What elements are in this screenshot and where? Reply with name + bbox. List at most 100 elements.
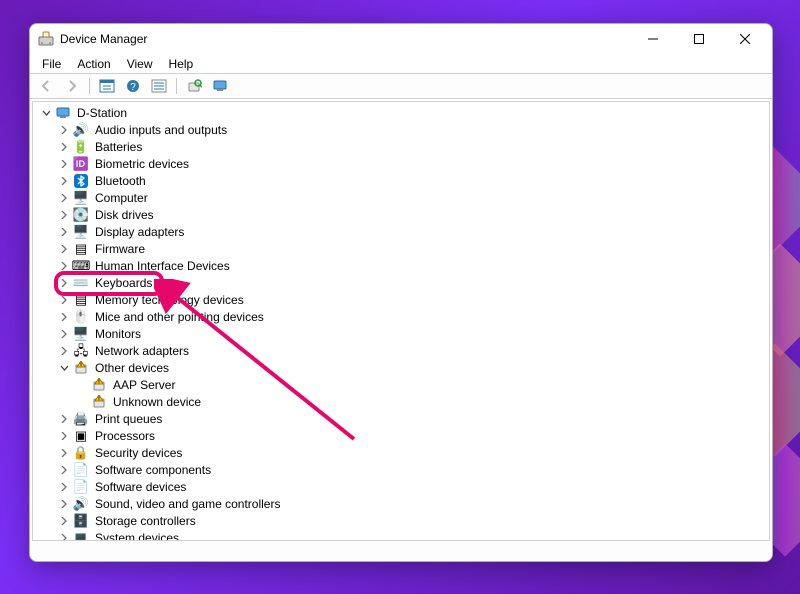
tree-category[interactable]: 🗄️ Storage controllers [57,512,769,529]
toolbar-help-button[interactable]: ? [121,75,145,97]
disk-icon: 💽 [73,207,89,223]
computer-icon: 🖥️ [73,190,89,206]
speaker-icon: 🔊 [73,122,89,138]
tree-root-label: D-Station [75,106,129,120]
tree-category-label: Human Interface Devices [93,259,232,273]
expand-icon[interactable] [57,531,71,541]
tree-device[interactable]: AAP Server [75,376,769,393]
warning-device-icon [91,394,107,410]
collapse-icon[interactable] [57,361,71,375]
expand-icon[interactable] [57,446,71,460]
tree-category[interactable]: Other devices [57,359,769,376]
expand-icon[interactable] [57,140,71,154]
fingerprint-icon: 🆔 [73,156,89,172]
menu-file[interactable]: File [34,56,69,72]
software-icon: 📄 [73,462,89,478]
tree-category[interactable]: 🖱️ Mice and other pointing devices [57,308,769,325]
cpu-icon: ▣ [73,428,89,444]
tree-category-label: Storage controllers [93,514,198,528]
network-icon: 🖧 [73,343,89,359]
toolbar-back-button[interactable] [34,75,58,97]
tree-category[interactable]: 🖥️ Monitors [57,325,769,342]
close-button[interactable] [722,24,768,54]
tree-category-label: Processors [93,429,157,443]
toolbar-show-hidden-button[interactable] [95,75,119,97]
expand-icon[interactable] [57,225,71,239]
toolbar-separator [89,78,90,94]
tree-device[interactable]: Unknown device [75,393,769,410]
hid-icon: ⌨ [73,258,89,274]
menu-view[interactable]: View [119,56,161,72]
root-icon [55,105,71,121]
expand-icon[interactable] [57,242,71,256]
expand-icon[interactable] [57,276,71,290]
expand-icon[interactable] [57,174,71,188]
monitor-icon: 🖥️ [73,326,89,342]
tree-category[interactable]: Bluetooth [57,172,769,189]
toolbar-add-legacy-button[interactable] [208,75,232,97]
expand-icon[interactable] [57,157,71,171]
tree-category[interactable]: 💻System devices [57,529,769,540]
expand-icon[interactable] [57,429,71,443]
mouse-icon: 🖱️ [73,309,89,325]
tree-panel: D-Station 🔊 Audio inputs and outputs 🔋 Batte… [32,101,770,541]
expand-icon[interactable] [57,293,71,307]
expand-icon[interactable] [57,123,71,137]
toolbar-forward-button[interactable] [60,75,84,97]
expand-icon[interactable] [57,259,71,273]
device-tree[interactable]: D-Station 🔊 Audio inputs and outputs 🔋 Batte… [33,102,769,540]
speaker-icon: 🔊 [73,496,89,512]
expand-icon[interactable] [57,412,71,426]
storage-icon: 🗄️ [73,513,89,529]
tree-category[interactable]: 🖧Network adapters [57,342,769,359]
titlebar[interactable]: Device Manager [30,24,772,54]
tree-category[interactable]: 🖨️Print queues [57,410,769,427]
expand-icon[interactable] [57,310,71,324]
tree-category[interactable]: 💽Disk drives [57,206,769,223]
tree-category[interactable]: 🔒Security devices [57,444,769,461]
tree-category[interactable]: 📄Software devices [57,478,769,495]
toolbar-action-menu-button[interactable] [147,75,171,97]
expand-icon[interactable] [57,344,71,358]
tree-category-label: Software devices [93,480,188,494]
minimize-button[interactable] [630,24,676,54]
expand-icon[interactable] [57,463,71,477]
expand-icon[interactable] [57,480,71,494]
menu-help[interactable]: Help [161,56,202,72]
tree-category[interactable]: 📄Software components [57,461,769,478]
tree-category[interactable]: 🆔 Biometric devices [57,155,769,172]
tree-category[interactable]: ⌨️Keyboards [57,274,769,291]
tree-category-label: Print queues [93,412,164,426]
tree-category[interactable]: ▣ Processors [57,427,769,444]
tree-category-label: Audio inputs and outputs [93,123,229,137]
tree-category[interactable]: 🔊Sound, video and game controllers [57,495,769,512]
tree-category-label: Mice and other pointing devices [93,310,266,324]
tree-category[interactable]: 🖥️Display adapters [57,223,769,240]
expand-icon[interactable] [57,191,71,205]
expand-icon[interactable] [57,497,71,511]
tree-category-label: Monitors [93,327,143,341]
tree-device-label: Unknown device [111,395,203,409]
tree-category-label: Batteries [93,140,144,154]
tree-category[interactable]: 🔊 Audio inputs and outputs [57,121,769,138]
keyboard-icon: ⌨️ [73,275,89,291]
collapse-icon[interactable] [39,106,53,120]
toolbar-scan-button[interactable] [182,75,206,97]
menu-action[interactable]: Action [69,56,118,72]
maximize-button[interactable] [676,24,722,54]
toolbar: ? [30,73,772,99]
tree-root[interactable]: D-Station [39,104,769,121]
tree-category[interactable]: ⌨ Human Interface Devices [57,257,769,274]
tree-category-label: Biometric devices [93,157,191,171]
battery-icon: 🔋 [73,139,89,155]
expand-icon[interactable] [57,208,71,222]
tree-category[interactable]: ▤Memory technology devices [57,291,769,308]
tree-category[interactable]: 🖥️ Computer [57,189,769,206]
expand-icon[interactable] [57,327,71,341]
tree-category[interactable]: ▤Firmware [57,240,769,257]
window-controls [630,24,768,54]
expand-icon[interactable] [57,514,71,528]
tree-category[interactable]: 🔋 Batteries [57,138,769,155]
tree-category-label: Computer [93,191,150,205]
app-icon [38,31,54,47]
